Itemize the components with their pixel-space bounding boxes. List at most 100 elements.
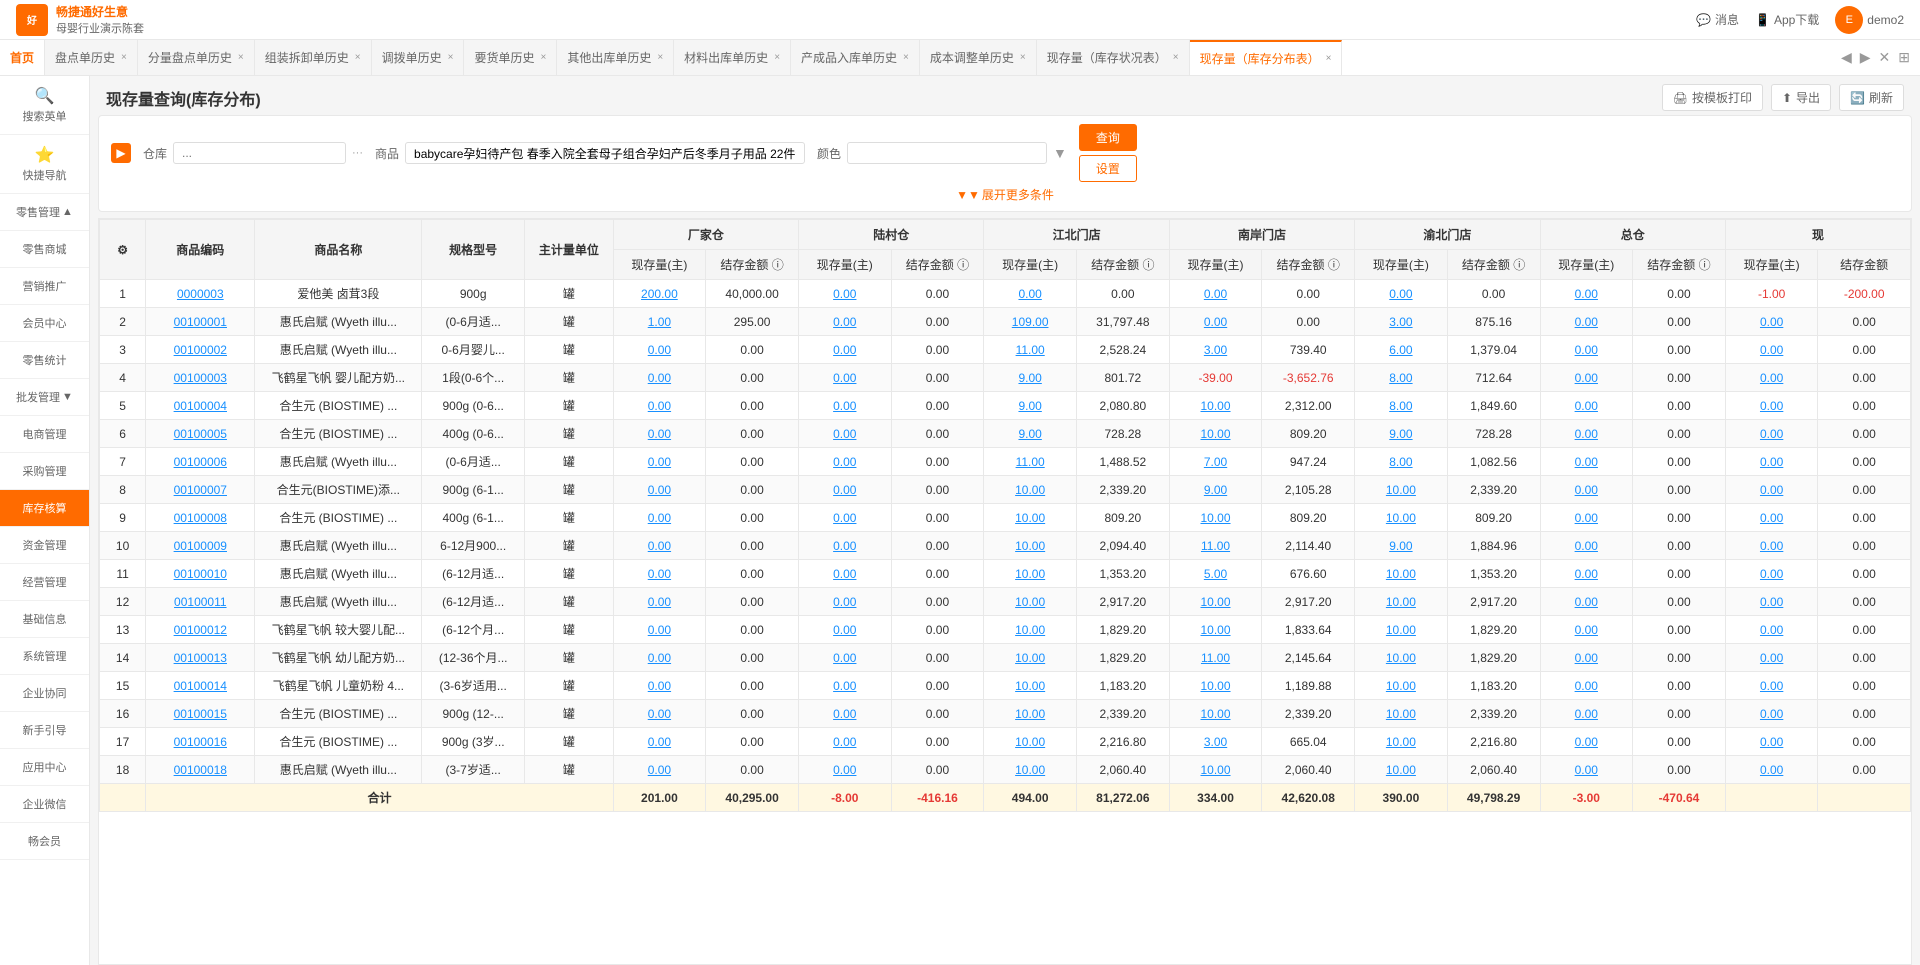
- cell-warehouse-4-0[interactable]: 10.00: [1355, 672, 1447, 700]
- cell-warehouse-1-0[interactable]: 0.00: [799, 588, 891, 616]
- refresh-btn[interactable]: 🔄 刷新: [1839, 84, 1904, 111]
- cell-warehouse-2-0[interactable]: 10.00: [984, 700, 1076, 728]
- close-icon[interactable]: ×: [1020, 52, 1026, 63]
- sidebar-item-search[interactable]: 🔍 搜索英单: [0, 76, 89, 135]
- cell-warehouse-2-0[interactable]: 9.00: [984, 392, 1076, 420]
- cell-code[interactable]: 00100018: [146, 756, 255, 784]
- sidebar-item-inventory[interactable]: 库存核算: [0, 490, 89, 527]
- cell-warehouse-1-0[interactable]: 0.00: [799, 392, 891, 420]
- cell-warehouse-4-0[interactable]: 8.00: [1355, 392, 1447, 420]
- sidebar-item-ecommerce[interactable]: 电商管理: [0, 416, 89, 453]
- message-btn[interactable]: 💬 消息: [1696, 11, 1739, 28]
- sidebar-item-member[interactable]: 会员中心: [0, 305, 89, 342]
- cell-warehouse-3-0[interactable]: 11.00: [1169, 532, 1261, 560]
- cell-warehouse-0-0[interactable]: 1.00: [613, 308, 705, 336]
- cell-warehouse-0-0[interactable]: 0.00: [613, 616, 705, 644]
- sidebar-item-nav[interactable]: ⭐ 快捷导航: [0, 135, 89, 194]
- cell-warehouse-3-0[interactable]: 10.00: [1169, 588, 1261, 616]
- cell-warehouse-1-0[interactable]: 0.00: [799, 448, 891, 476]
- cell-warehouse-4-0[interactable]: 8.00: [1355, 364, 1447, 392]
- cell-warehouse-0-0[interactable]: 0.00: [613, 448, 705, 476]
- tab-assembly-history[interactable]: 组装拆卸单历史 ×: [255, 40, 372, 76]
- cell-warehouse-1-0[interactable]: 0.00: [799, 308, 891, 336]
- cell-warehouse-1-0[interactable]: 0.00: [799, 644, 891, 672]
- close-icon[interactable]: ×: [448, 52, 454, 63]
- cell-warehouse-2-0[interactable]: 9.00: [984, 420, 1076, 448]
- sidebar-item-wecom[interactable]: 企业微信: [0, 786, 89, 823]
- cell-warehouse-5-0[interactable]: 0.00: [1540, 532, 1632, 560]
- cell-warehouse-0-0[interactable]: 0.00: [613, 532, 705, 560]
- cell-warehouse-3-0[interactable]: 10.00: [1169, 616, 1261, 644]
- close-icon[interactable]: ×: [1326, 53, 1332, 64]
- cell-code[interactable]: 00100005: [146, 420, 255, 448]
- cell-warehouse-1-0[interactable]: 0.00: [799, 504, 891, 532]
- cell-warehouse-4-0[interactable]: 10.00: [1355, 616, 1447, 644]
- cell-warehouse-5-0[interactable]: 0.00: [1540, 476, 1632, 504]
- cell-warehouse-2-0[interactable]: 10.00: [984, 756, 1076, 784]
- warehouse-dots[interactable]: ···: [352, 147, 363, 159]
- cell-warehouse-1-0[interactable]: 0.00: [799, 476, 891, 504]
- cell-warehouse-6-0[interactable]: 0.00: [1725, 616, 1817, 644]
- close-icon[interactable]: ×: [1173, 52, 1179, 63]
- cell-warehouse-4-0[interactable]: 10.00: [1355, 756, 1447, 784]
- cell-warehouse-0-0[interactable]: 0.00: [613, 728, 705, 756]
- cell-warehouse-0-0[interactable]: 0.00: [613, 420, 705, 448]
- cell-warehouse-4-0[interactable]: 10.00: [1355, 728, 1447, 756]
- cell-warehouse-2-0[interactable]: 10.00: [984, 728, 1076, 756]
- tab-product-inbound[interactable]: 产成品入库单历史 ×: [791, 40, 920, 76]
- cell-warehouse-5-0[interactable]: 0.00: [1540, 644, 1632, 672]
- sidebar-item-wholesale[interactable]: 批发管理 ▼: [0, 379, 89, 416]
- info-icon-6[interactable]: ⓘ: [1699, 258, 1711, 272]
- sidebar-item-vip[interactable]: 畅会员: [0, 823, 89, 860]
- cell-warehouse-0-0[interactable]: 0.00: [613, 504, 705, 532]
- close-icon[interactable]: ×: [238, 52, 244, 63]
- cell-code[interactable]: 00100003: [146, 364, 255, 392]
- cell-warehouse-5-0[interactable]: 0.00: [1540, 392, 1632, 420]
- cell-warehouse-4-0[interactable]: 10.00: [1355, 476, 1447, 504]
- warehouse-input[interactable]: [173, 142, 346, 164]
- cell-warehouse-6-0[interactable]: 0.00: [1725, 308, 1817, 336]
- cell-warehouse-6-0[interactable]: 0.00: [1725, 672, 1817, 700]
- tab-expand-icon[interactable]: ⊞: [1896, 47, 1912, 68]
- cell-warehouse-6-0[interactable]: 0.00: [1725, 420, 1817, 448]
- cell-warehouse-0-0[interactable]: 0.00: [613, 672, 705, 700]
- tab-stock-status[interactable]: 现存量（库存状况表） ×: [1037, 40, 1190, 76]
- tab-next-icon[interactable]: ▶: [1858, 47, 1873, 68]
- cell-warehouse-6-0[interactable]: 0.00: [1725, 364, 1817, 392]
- cell-warehouse-2-0[interactable]: 10.00: [984, 644, 1076, 672]
- cell-warehouse-6-0[interactable]: 0.00: [1725, 700, 1817, 728]
- cell-code[interactable]: 00100007: [146, 476, 255, 504]
- cell-warehouse-1-0[interactable]: 0.00: [799, 364, 891, 392]
- sidebar-item-app-center[interactable]: 应用中心: [0, 749, 89, 786]
- cell-warehouse-1-0[interactable]: 0.00: [799, 280, 891, 308]
- cell-warehouse-3-0[interactable]: 11.00: [1169, 644, 1261, 672]
- cell-code[interactable]: 00100004: [146, 392, 255, 420]
- cell-warehouse-1-0[interactable]: 0.00: [799, 560, 891, 588]
- sidebar-item-basics[interactable]: 基础信息: [0, 601, 89, 638]
- cell-warehouse-1-0[interactable]: 0.00: [799, 532, 891, 560]
- cell-warehouse-5-0[interactable]: 0.00: [1540, 700, 1632, 728]
- cell-code[interactable]: 00100016: [146, 728, 255, 756]
- cell-warehouse-4-0[interactable]: 6.00: [1355, 336, 1447, 364]
- cell-warehouse-4-0[interactable]: 9.00: [1355, 532, 1447, 560]
- sidebar-item-marketing[interactable]: 营销推广: [0, 268, 89, 305]
- cell-warehouse-4-0[interactable]: 9.00: [1355, 420, 1447, 448]
- cell-warehouse-2-0[interactable]: 10.00: [984, 504, 1076, 532]
- cell-warehouse-3-0[interactable]: 10.00: [1169, 392, 1261, 420]
- gear-icon[interactable]: ⚙: [117, 243, 128, 257]
- tab-inventory-history[interactable]: 盘点单历史 ×: [45, 40, 138, 76]
- cell-code[interactable]: 00100006: [146, 448, 255, 476]
- cell-warehouse-2-0[interactable]: 11.00: [984, 336, 1076, 364]
- cell-warehouse-2-0[interactable]: 10.00: [984, 672, 1076, 700]
- cell-warehouse-0-0[interactable]: 0.00: [613, 364, 705, 392]
- sidebar-item-mall[interactable]: 零售商城: [0, 231, 89, 268]
- cell-code[interactable]: 00100015: [146, 700, 255, 728]
- filter-expand-arrow[interactable]: ▶: [111, 143, 131, 163]
- tab-home[interactable]: 首页: [0, 40, 45, 76]
- cell-warehouse-4-0[interactable]: 10.00: [1355, 644, 1447, 672]
- cell-warehouse-5-0[interactable]: 0.00: [1540, 588, 1632, 616]
- cell-warehouse-5-0[interactable]: 0.00: [1540, 756, 1632, 784]
- close-icon[interactable]: ×: [121, 52, 127, 63]
- cell-warehouse-1-0[interactable]: 0.00: [799, 728, 891, 756]
- close-icon[interactable]: ×: [657, 52, 663, 63]
